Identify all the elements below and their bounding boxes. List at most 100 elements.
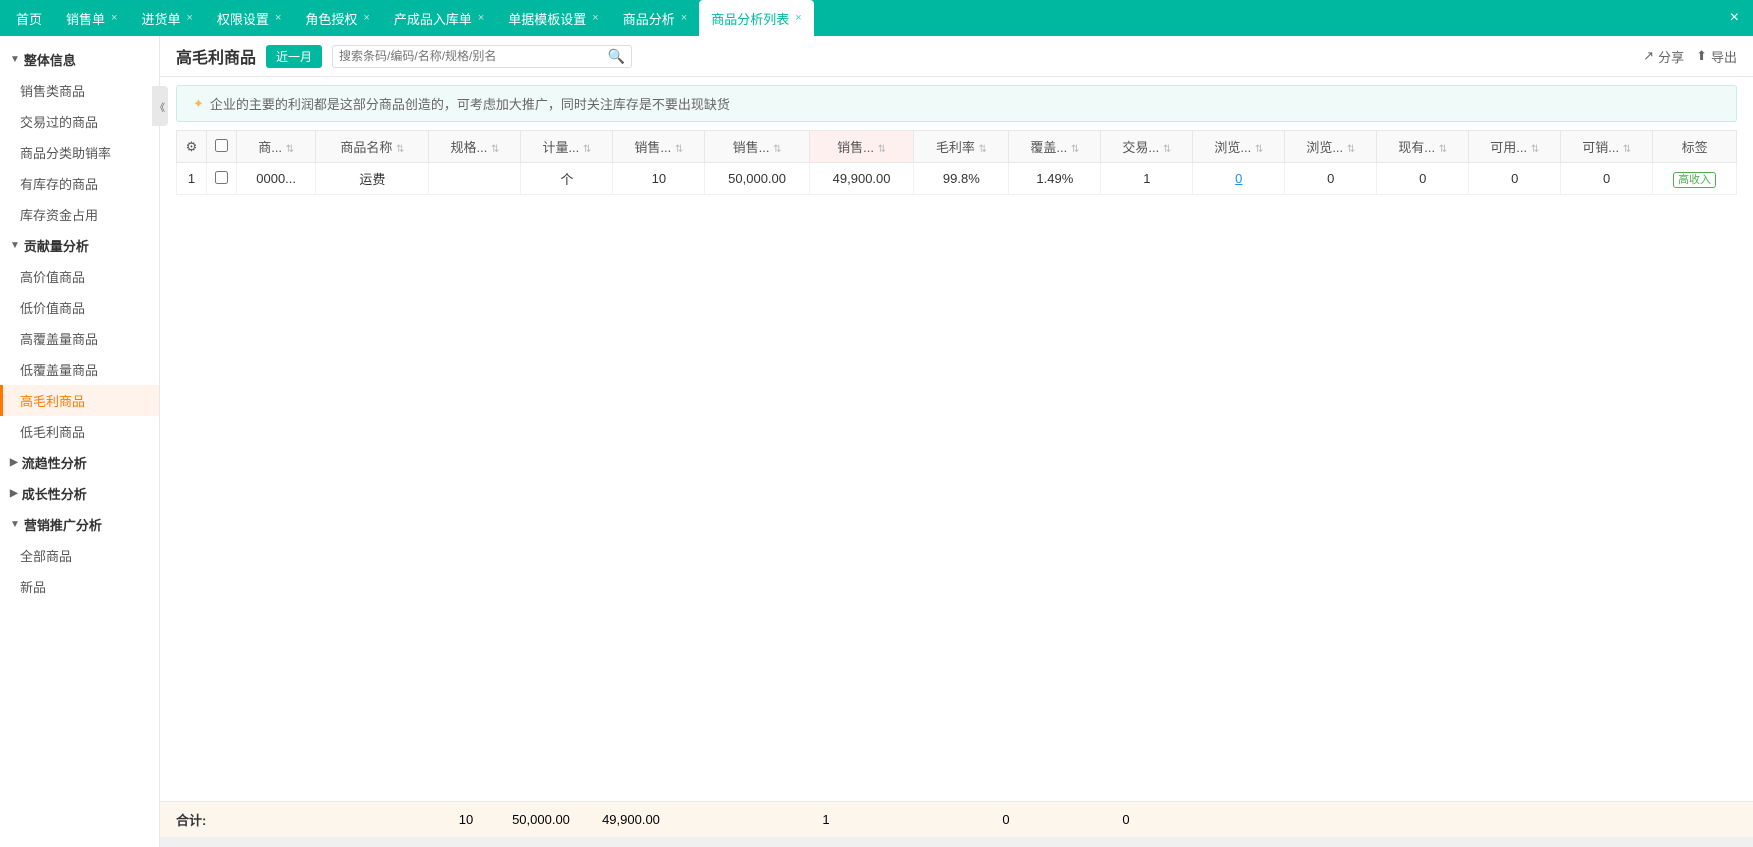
col-coverage[interactable]: 覆盖... ⇅	[1009, 131, 1101, 163]
sidebar-item-low-coverage[interactable]: 低覆盖量商品	[0, 354, 159, 385]
sidebar-item-high-coverage[interactable]: 高覆盖量商品	[0, 323, 159, 354]
col-sales-amount[interactable]: 销售... ⇅	[705, 131, 810, 163]
col-settings[interactable]: ⚙	[177, 131, 207, 163]
sidebar-item-stock-funds[interactable]: 库存资金占用	[0, 199, 159, 230]
sidebar: ▼ 整体信息 销售类商品 交易过的商品 商品分类助销率 有库存的商品 库存资金占…	[0, 36, 160, 847]
col-code[interactable]: 商... ⇅	[237, 131, 316, 163]
arrow-down-icon-3: ▼	[10, 519, 20, 530]
sidebar-group-contribution[interactable]: ▼ 贡献量分析	[0, 230, 159, 261]
export-icon: ⬆	[1696, 48, 1707, 64]
date-filter-button[interactable]: 近一月	[266, 45, 322, 68]
table-header-row: ⚙ 商... ⇅ 商品名称 ⇅	[177, 131, 1737, 163]
cell-transaction: 1	[1101, 163, 1193, 195]
sort-icon-6: ⇅	[773, 144, 781, 155]
cell-sales-profit: 49,900.00	[809, 163, 914, 195]
sidebar-item-low-margin[interactable]: 低毛利商品	[0, 416, 159, 447]
sort-icon-11: ⇅	[1255, 144, 1263, 155]
nav-home[interactable]: 首页	[4, 0, 54, 36]
nav-close-inbound[interactable]: ×	[478, 12, 484, 24]
select-all-checkbox[interactable]	[215, 139, 228, 152]
sidebar-item-sales-goods[interactable]: 销售类商品	[0, 75, 159, 106]
col-name[interactable]: 商品名称 ⇅	[316, 131, 429, 163]
nav-doc-template[interactable]: 单据模板设置 ×	[496, 0, 610, 36]
sidebar-item-traded-goods[interactable]: 交易过的商品	[0, 106, 159, 137]
nav-sales-order[interactable]: 销售单 ×	[54, 0, 129, 36]
export-button[interactable]: ⬆ 导出	[1696, 47, 1737, 66]
col-browse2[interactable]: 浏览... ⇅	[1285, 131, 1377, 163]
col-current-stock[interactable]: 现有... ⇅	[1377, 131, 1469, 163]
sidebar-item-category-rate[interactable]: 商品分类助销率	[0, 137, 159, 168]
sidebar-collapse-button[interactable]: 《	[152, 86, 168, 126]
footer-spacer-1	[256, 812, 436, 827]
page-title: 高毛利商品	[176, 44, 256, 68]
nav-close-analysis-list[interactable]: ×	[795, 12, 801, 24]
col-transaction[interactable]: 交易... ⇅	[1101, 131, 1193, 163]
cell-browse1[interactable]: 0	[1193, 163, 1285, 195]
nav-product-analysis-list[interactable]: 商品分析列表 ×	[699, 0, 813, 36]
nav-role-auth[interactable]: 角色授权 ×	[293, 0, 381, 36]
nav-close-role[interactable]: ×	[363, 12, 369, 24]
arrow-down-icon: ▼	[10, 54, 20, 65]
sort-icon-2: ⇅	[396, 144, 404, 155]
nav-purchase-order[interactable]: 进货单 ×	[129, 0, 204, 36]
nav-close-permission[interactable]: ×	[275, 12, 281, 24]
tag-badge: 高收入	[1673, 172, 1716, 188]
arrow-right-icon-2: ▶	[10, 488, 18, 499]
settings-icon[interactable]: ⚙	[186, 139, 198, 154]
sidebar-group-overall[interactable]: ▼ 整体信息	[0, 44, 159, 75]
search-icon[interactable]: 🔍	[608, 48, 625, 65]
nav-close-purchase[interactable]: ×	[186, 12, 192, 24]
sort-icon-4: ⇅	[583, 144, 591, 155]
sort-icon-3: ⇅	[491, 144, 499, 155]
col-spec[interactable]: 规格... ⇅	[429, 131, 521, 163]
nav-close-all-button[interactable]: ×	[1720, 9, 1749, 27]
footer-sales-amount: 50,000.00	[496, 812, 586, 827]
col-tag[interactable]: 标签	[1653, 131, 1737, 163]
col-unit[interactable]: 计量... ⇅	[521, 131, 613, 163]
sidebar-item-in-stock-goods[interactable]: 有库存的商品	[0, 168, 159, 199]
sort-icon-9: ⇅	[1071, 144, 1079, 155]
nav-product-analysis[interactable]: 商品分析 ×	[611, 0, 699, 36]
cell-sales-qty: 10	[613, 163, 705, 195]
sort-icon-10: ⇅	[1163, 144, 1171, 155]
info-banner: ✦ 企业的主要的利润都是这部分商品创造的，可考虑加大推广，同时关注库存是不要出现…	[176, 85, 1737, 122]
sort-icon-8: ⇅	[978, 144, 986, 155]
col-browse1[interactable]: 浏览... ⇅	[1193, 131, 1285, 163]
footer-browse2	[856, 812, 976, 827]
share-button[interactable]: ↗ 分享	[1643, 47, 1684, 66]
sidebar-item-high-margin[interactable]: 高毛利商品	[0, 385, 159, 416]
nav-permission-settings[interactable]: 权限设置 ×	[205, 0, 293, 36]
col-checkbox[interactable]	[207, 131, 237, 163]
cell-code: 0000...	[237, 163, 316, 195]
nav-close-sales[interactable]: ×	[111, 12, 117, 24]
share-icon: ↗	[1643, 48, 1654, 64]
sort-icon-5: ⇅	[675, 144, 683, 155]
table-wrapper: ⚙ 商... ⇅ 商品名称 ⇅	[160, 130, 1753, 801]
search-input[interactable]	[339, 49, 608, 63]
cell-checkbox[interactable]	[207, 163, 237, 195]
nav-product-inbound[interactable]: 产成品入库单 ×	[382, 0, 496, 36]
col-sales-profit[interactable]: 销售... ⇅	[809, 131, 914, 163]
sidebar-item-low-value[interactable]: 低价值商品	[0, 292, 159, 323]
row-checkbox[interactable]	[215, 171, 228, 184]
sidebar-item-high-value[interactable]: 高价值商品	[0, 261, 159, 292]
cell-available: 0	[1469, 163, 1561, 195]
col-gross-margin[interactable]: 毛利率 ⇅	[914, 131, 1009, 163]
browse1-link[interactable]: 0	[1235, 171, 1242, 186]
col-available[interactable]: 可用... ⇅	[1469, 131, 1561, 163]
top-navigation: 首页 销售单 × 进货单 × 权限设置 × 角色授权 × 产成品入库单 × 单据…	[0, 0, 1753, 36]
sidebar-group-growth[interactable]: ▶ 成长性分析	[0, 478, 159, 509]
sort-icon: ⇅	[286, 144, 294, 155]
sort-icon-7: ⇅	[878, 144, 886, 155]
sidebar-group-trend[interactable]: ▶ 流趋性分析	[0, 447, 159, 478]
nav-close-analysis[interactable]: ×	[681, 12, 687, 24]
footer-available	[1036, 812, 1096, 827]
sidebar-item-new-goods[interactable]: 新品	[0, 571, 159, 602]
sidebar-group-marketing[interactable]: ▼ 营销推广分析	[0, 509, 159, 540]
col-sales-qty[interactable]: 销售... ⇅	[613, 131, 705, 163]
col-sellable[interactable]: 可销... ⇅	[1561, 131, 1653, 163]
footer-cells: 10 50,000.00 49,900.00 1 0 0	[256, 812, 1737, 827]
horizontal-scrollbar[interactable]	[160, 837, 1753, 847]
nav-close-template[interactable]: ×	[592, 12, 598, 24]
sidebar-item-all-goods[interactable]: 全部商品	[0, 540, 159, 571]
